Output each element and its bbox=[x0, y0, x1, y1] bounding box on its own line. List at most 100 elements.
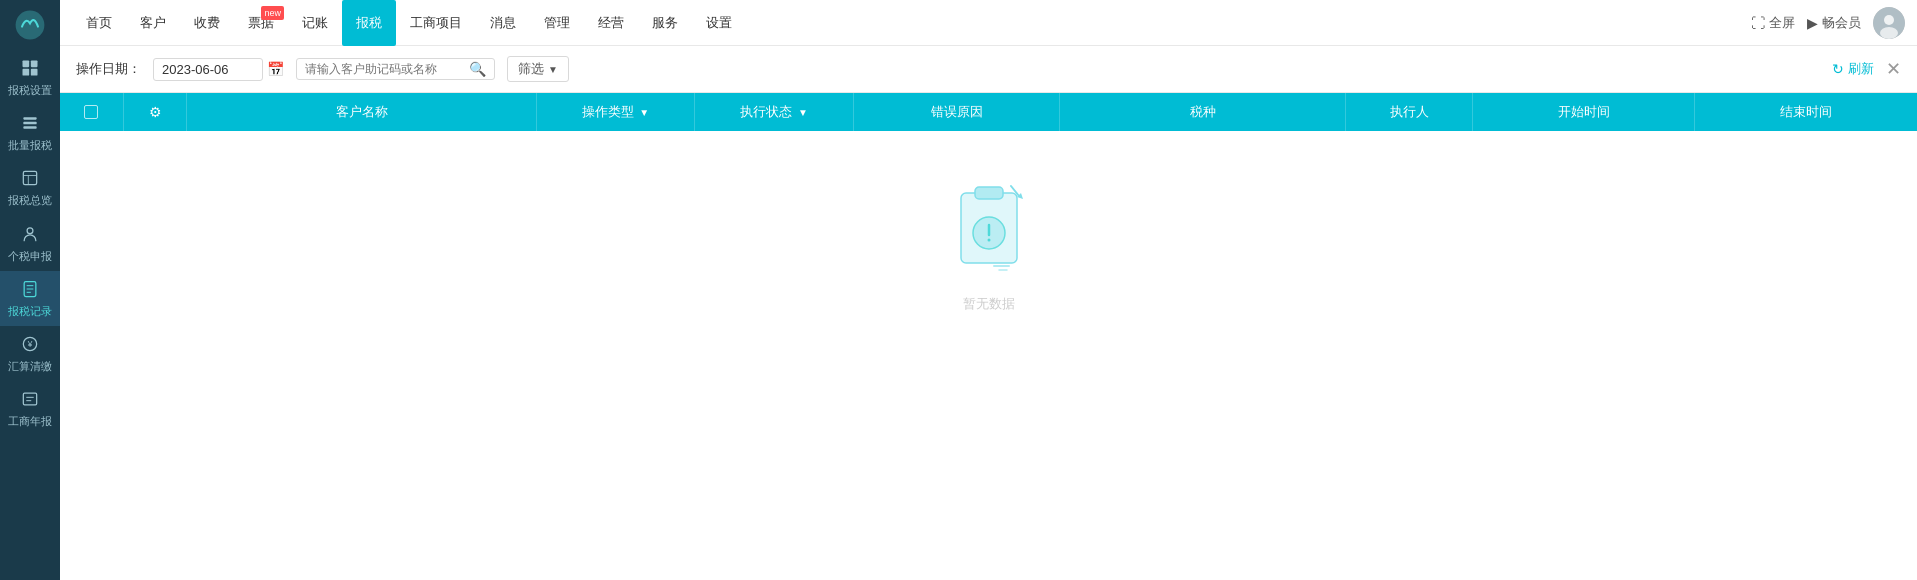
refresh-button[interactable]: ↻ 刷新 bbox=[1832, 60, 1874, 78]
svg-rect-8 bbox=[23, 172, 36, 185]
page-content: 操作日期： 📅 🔍 筛选 ▼ ↻ 刷新 bbox=[60, 46, 1917, 580]
search-input[interactable] bbox=[305, 62, 465, 76]
svg-text:¥: ¥ bbox=[27, 339, 33, 349]
member-button[interactable]: ▶ 畅会员 bbox=[1807, 14, 1861, 32]
fullscreen-icon: ⛶ bbox=[1751, 15, 1765, 31]
optype-filter-icon[interactable]: ▼ bbox=[639, 107, 649, 118]
sidebar-item-batch-tax-label: 批量报税 bbox=[8, 139, 52, 152]
topnav-item-settings[interactable]: 设置 bbox=[692, 0, 746, 46]
th-customer-name: 客户名称 bbox=[187, 93, 536, 131]
content: 操作日期： 📅 🔍 筛选 ▼ ↻ 刷新 bbox=[60, 46, 1917, 580]
topnav-item-customer[interactable]: 客户 bbox=[126, 0, 180, 46]
fullscreen-button[interactable]: ⛶ 全屏 bbox=[1751, 14, 1795, 32]
empty-state: 暂无数据 bbox=[60, 131, 1917, 333]
topnav-item-finance[interactable]: 经营 bbox=[584, 0, 638, 46]
svg-rect-3 bbox=[23, 69, 30, 76]
th-checkbox[interactable] bbox=[60, 93, 123, 131]
sidebar-item-settlement[interactable]: ¥ 汇算清缴 bbox=[0, 326, 60, 381]
toolbar-right: ↻ 刷新 ✕ bbox=[1832, 60, 1901, 78]
empty-text: 暂无数据 bbox=[963, 295, 1015, 313]
table-header-row: ⚙ 客户名称 操作类型 ▼ 执行状态 ▼ bbox=[60, 93, 1917, 131]
svg-rect-5 bbox=[23, 117, 36, 120]
sidebar-item-tax-records-label: 报税记录 bbox=[8, 305, 52, 318]
th-end-time: 结束时间 bbox=[1695, 93, 1917, 131]
svg-point-20 bbox=[1884, 15, 1894, 25]
filter-button[interactable]: 筛选 ▼ bbox=[507, 56, 569, 82]
svg-rect-4 bbox=[31, 69, 38, 76]
svg-rect-18 bbox=[23, 393, 36, 405]
svg-rect-7 bbox=[23, 127, 36, 129]
tax-overview-icon bbox=[20, 168, 40, 191]
refresh-label: 刷新 bbox=[1848, 60, 1874, 78]
chevron-down-icon: ▼ bbox=[548, 64, 558, 75]
svg-rect-1 bbox=[23, 61, 30, 68]
individual-tax-icon bbox=[20, 224, 40, 247]
th-error-reason: 错误原因 bbox=[854, 93, 1060, 131]
topnav-item-invoice[interactable]: 票据 new bbox=[234, 0, 288, 46]
topnav-item-tax[interactable]: 报税 bbox=[342, 0, 396, 46]
settings-icon[interactable]: ⚙ bbox=[149, 104, 162, 120]
settlement-icon: ¥ bbox=[20, 334, 40, 357]
th-tax-type: 税种 bbox=[1060, 93, 1346, 131]
svg-rect-6 bbox=[23, 122, 36, 125]
sidebar-item-batch-tax[interactable]: 批量报税 bbox=[0, 105, 60, 160]
th-op-type: 操作类型 ▼ bbox=[536, 93, 695, 131]
sidebar-item-tax-overview[interactable]: 报税总览 bbox=[0, 160, 60, 215]
sidebar-item-individual-tax[interactable]: 个税申报 bbox=[0, 216, 60, 271]
svg-point-21 bbox=[1880, 27, 1898, 39]
user-avatar[interactable] bbox=[1873, 7, 1905, 39]
sidebar-item-tax-settings[interactable]: 报税设置 bbox=[0, 50, 60, 105]
refresh-icon: ↻ bbox=[1832, 61, 1844, 77]
data-table: ⚙ 客户名称 操作类型 ▼ 执行状态 ▼ bbox=[60, 93, 1917, 131]
main-area: 首页 客户 收费 票据 new 记账 报税 工商项目 消息 管理 经营 服务 设… bbox=[60, 0, 1917, 580]
topnav-item-messages[interactable]: 消息 bbox=[476, 0, 530, 46]
topnav-item-home[interactable]: 首页 bbox=[72, 0, 126, 46]
th-settings[interactable]: ⚙ bbox=[123, 93, 186, 131]
search-icon[interactable]: 🔍 bbox=[469, 61, 486, 77]
toolbar: 操作日期： 📅 🔍 筛选 ▼ ↻ 刷新 bbox=[60, 46, 1917, 93]
batch-tax-icon bbox=[20, 113, 40, 136]
sidebar: 报税设置 批量报税 报税总览 个税申报 bbox=[0, 0, 60, 580]
select-all-checkbox[interactable] bbox=[84, 105, 98, 119]
search-wrap: 🔍 bbox=[296, 58, 495, 80]
sidebar-item-individual-tax-label: 个税申报 bbox=[8, 250, 52, 263]
sidebar-item-tax-settings-label: 报税设置 bbox=[8, 84, 52, 97]
topnav-item-services[interactable]: 服务 bbox=[638, 0, 692, 46]
annual-report-icon bbox=[20, 389, 40, 412]
date-input[interactable] bbox=[153, 58, 263, 81]
svg-rect-2 bbox=[31, 61, 38, 68]
close-button[interactable]: ✕ bbox=[1886, 60, 1901, 78]
member-icon: ▶ bbox=[1807, 15, 1818, 31]
topnav-item-management[interactable]: 管理 bbox=[530, 0, 584, 46]
sidebar-item-annual-report-label: 工商年报 bbox=[8, 415, 52, 428]
topnav-item-accounting[interactable]: 记账 bbox=[288, 0, 342, 46]
sidebar-item-tax-overview-label: 报税总览 bbox=[8, 194, 52, 207]
date-picker-wrap: 📅 bbox=[153, 58, 284, 81]
date-label: 操作日期： bbox=[76, 60, 141, 78]
topnav-item-business[interactable]: 工商项目 bbox=[396, 0, 476, 46]
sidebar-item-tax-records[interactable]: 报税记录 bbox=[0, 271, 60, 326]
th-status: 执行状态 ▼ bbox=[695, 93, 854, 131]
empty-illustration bbox=[939, 171, 1039, 281]
sidebar-item-annual-report[interactable]: 工商年报 bbox=[0, 381, 60, 436]
table-wrap: ⚙ 客户名称 操作类型 ▼ 执行状态 ▼ bbox=[60, 93, 1917, 580]
fullscreen-label: 全屏 bbox=[1769, 14, 1795, 32]
topnav: 首页 客户 收费 票据 new 记账 报税 工商项目 消息 管理 经营 服务 设… bbox=[60, 0, 1917, 46]
new-badge: new bbox=[261, 6, 284, 20]
topnav-item-billing[interactable]: 收费 bbox=[180, 0, 234, 46]
svg-point-26 bbox=[987, 239, 990, 242]
status-filter-icon[interactable]: ▼ bbox=[798, 107, 808, 118]
filter-label: 筛选 bbox=[518, 60, 544, 78]
sidebar-item-settlement-label: 汇算清缴 bbox=[8, 360, 52, 373]
topnav-right: ⛶ 全屏 ▶ 畅会员 bbox=[1751, 7, 1905, 39]
topnav-items: 首页 客户 收费 票据 new 记账 报税 工商项目 消息 管理 经营 服务 设… bbox=[72, 0, 1751, 46]
tax-records-icon bbox=[20, 279, 40, 302]
sidebar-logo bbox=[0, 0, 60, 50]
svg-point-11 bbox=[27, 227, 33, 233]
th-executor: 执行人 bbox=[1346, 93, 1473, 131]
svg-rect-23 bbox=[975, 187, 1003, 199]
th-start-time: 开始时间 bbox=[1473, 93, 1695, 131]
member-label: 畅会员 bbox=[1822, 14, 1861, 32]
tax-settings-icon bbox=[20, 58, 40, 81]
calendar-icon[interactable]: 📅 bbox=[267, 61, 284, 77]
